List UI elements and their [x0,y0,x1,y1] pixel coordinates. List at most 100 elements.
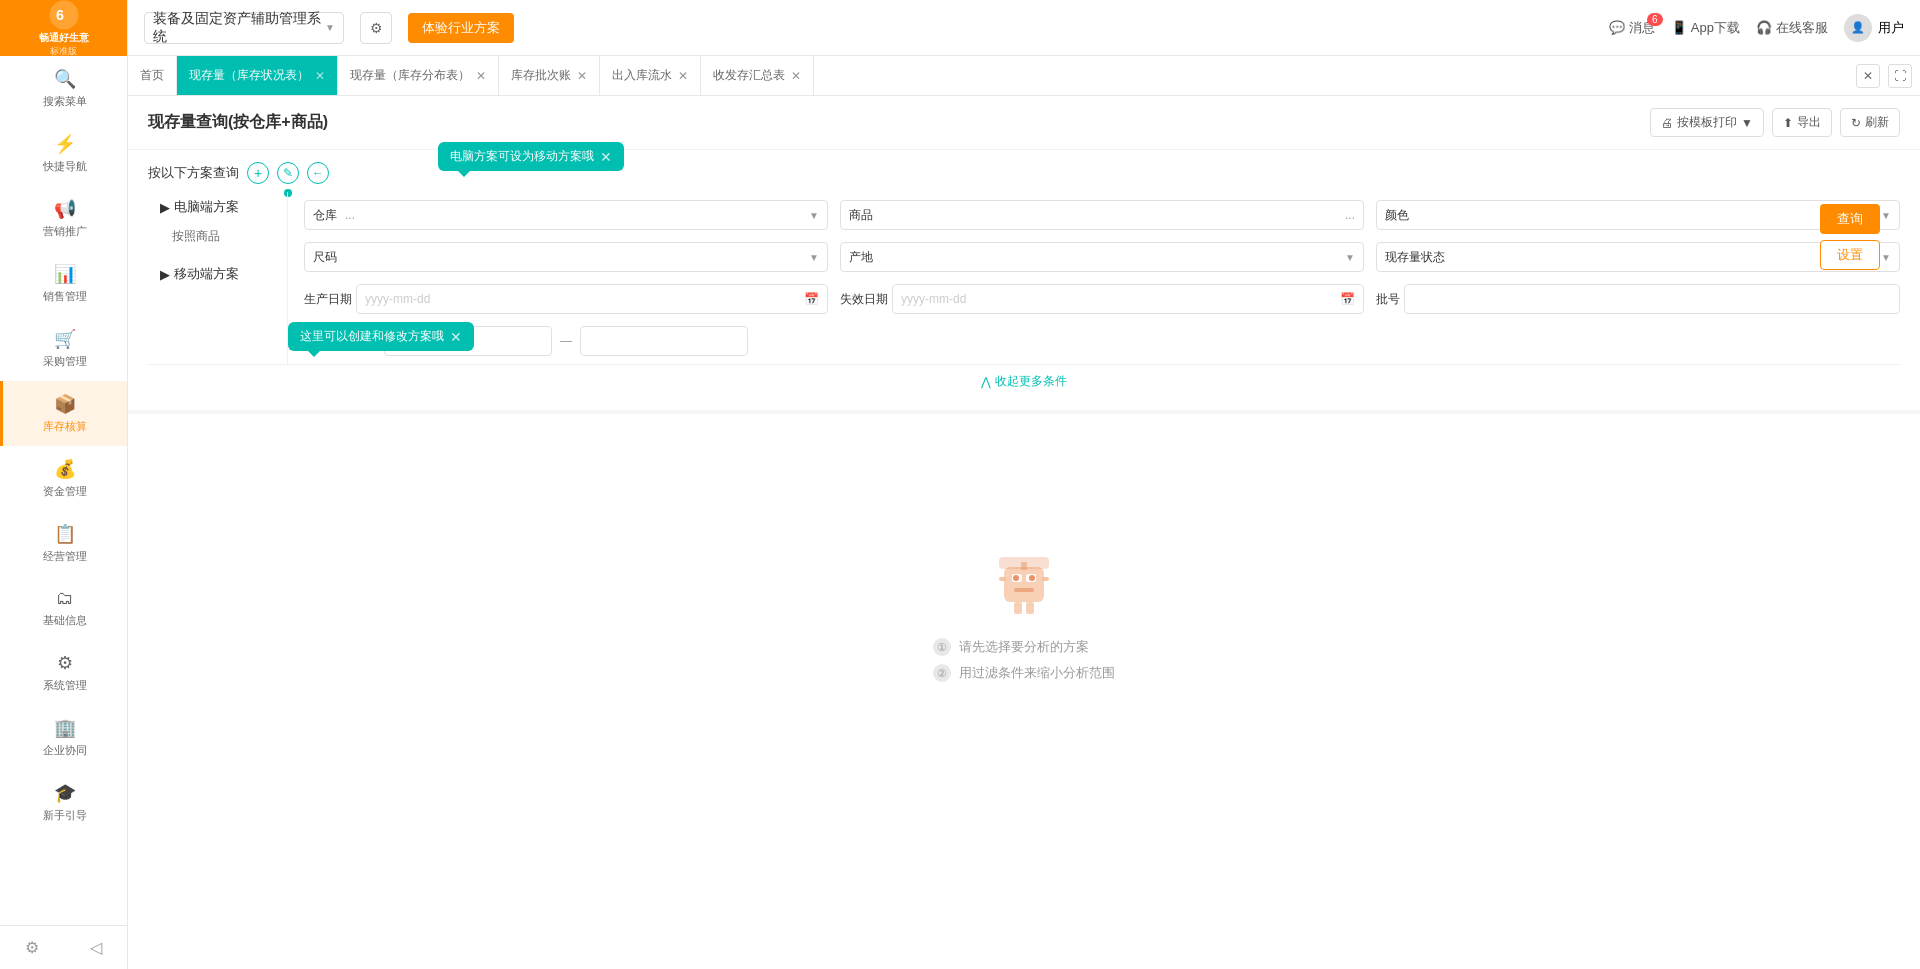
expiry-date-label: 失效日期 [840,291,888,308]
sidebar-item-guide[interactable]: 🎓 新手引导 [0,770,127,835]
tab-close-all-btn[interactable]: ✕ [1856,64,1880,88]
tabs-controls: ✕ ⛶ [1848,56,1920,95]
tab-home-label: 首页 [140,67,164,84]
message-button[interactable]: 💬 消息 6 [1609,19,1655,37]
tab-batch-ledger-label: 库存批次账 [511,67,571,84]
purchase-icon: 🛒 [54,328,76,350]
message-badge: 6 [1647,13,1663,26]
sidebar-item-search-menu[interactable]: 🔍 搜索菜单 [0,56,127,121]
refresh-icon: ↻ [1851,116,1861,130]
sidebar-item-inventory[interactable]: 📦 库存核算 [0,381,127,446]
sidebar-item-finance[interactable]: 💰 资金管理 [0,446,127,511]
empty-tips: ① 请先选择要分析的方案 ② 用过滤条件来缩小分析范围 [933,638,1115,682]
svg-point-6 [1029,575,1035,581]
tooltip-edit-close[interactable]: ✕ [450,329,462,345]
reset-button[interactable]: 设置 [1820,240,1880,270]
sidebar-item-sales[interactable]: 📊 销售管理 [0,251,127,316]
system-selector[interactable]: 装备及固定资产辅助管理系统 ▼ [144,12,344,44]
scheme-mobile[interactable]: ▶ 移动端方案 [148,259,287,289]
tab-batch-ledger-close[interactable]: ✕ [577,69,587,83]
warehouse-select[interactable]: 仓库...▼ [304,200,828,230]
production-date-input[interactable]: yyyy-mm-dd 📅 [356,284,828,314]
industry-plan-button[interactable]: 体验行业方案 [408,13,514,43]
sidebar-item-quick-nav[interactable]: ⚡ 快捷导航 [0,121,127,186]
enterprise-icon: 🏢 [54,717,76,739]
sidebar-label-sales: 销售管理 [43,289,87,304]
tooltip-pc-close[interactable]: ✕ [600,149,612,165]
tab-fullscreen-btn[interactable]: ⛶ [1888,64,1912,88]
svg-rect-9 [1041,577,1049,581]
filter-add-button[interactable]: + [247,162,269,184]
tab-home[interactable]: 首页 [128,56,177,95]
filter-header-label: 按以下方案查询 [148,164,239,182]
filter-nav-button[interactable]: ← [307,162,329,184]
origin-select[interactable]: 产地 ▼ [840,242,1364,272]
tip-text-2: 用过滤条件来缩小分析范围 [959,664,1115,682]
collapse-bar[interactable]: ⋀ 收起更多条件 [148,364,1900,398]
sidebar-item-enterprise[interactable]: 🏢 企业协同 [0,705,127,770]
sidebar-item-system[interactable]: ⚙ 系统管理 [0,640,127,705]
query-button[interactable]: 查询 [1820,204,1880,234]
size-select[interactable]: 尺码 ▼ [304,242,828,272]
tab-batch-ledger[interactable]: 库存批次账 ✕ [499,56,600,95]
sidebar-label-search-menu: 搜索菜单 [43,94,87,109]
settings-footer-btn[interactable]: ⚙ [17,934,47,961]
print-button[interactable]: 🖨 按模板打印 ▼ [1650,108,1764,137]
sidebar-label-finance: 资金管理 [43,484,87,499]
tab-collection-summary-close[interactable]: ✕ [791,69,801,83]
export-label: 导出 [1797,114,1821,131]
tab-stock-dist[interactable]: 现存量（库存分布表） ✕ [338,56,499,95]
expiry-date-wrapper: 失效日期 yyyy-mm-dd 📅 [840,284,1364,314]
tab-collection-summary[interactable]: 收发存汇总表 ✕ [701,56,814,95]
system-dropdown-icon: ▼ [325,22,335,33]
filter-body: ▶ 电脑端方案 按照商品 这里可以创建和修改方案哦 ✕ ▶ [148,192,1900,364]
filter-area: 电脑方案可设为移动方案哦 ✕ 按以下方案查询 + ✎ ← [128,150,1920,410]
page-container: 现存量查询(按仓库+商品) 🖨 按模板打印 ▼ ⬆ 导出 ↻ 刷新 [128,96,1920,969]
system-icon: ⚙ [57,652,73,674]
tab-inout-flow-close[interactable]: ✕ [678,69,688,83]
system-name-text: 装备及固定资产辅助管理系统 [153,10,325,46]
origin-dropdown-icon: ▼ [1345,252,1355,263]
print-dropdown-icon: ▼ [1741,116,1753,130]
app-download-button[interactable]: 📱 App下载 [1671,19,1740,37]
sidebar-item-marketing[interactable]: 📢 营销推广 [0,186,127,251]
collapse-label: 收起更多条件 [995,373,1067,390]
expiry-date-placeholder: yyyy-mm-dd [901,292,966,306]
tab-stock-status-close[interactable]: ✕ [315,69,325,83]
tooltip-edit-text: 这里可以创建和修改方案哦 [300,328,444,345]
tooltip-pc-scheme: 电脑方案可设为移动方案哦 ✕ [438,142,624,171]
app-label: App下载 [1691,19,1740,37]
quick-nav-icon: ⚡ [54,133,76,155]
export-button[interactable]: ⬆ 导出 [1772,108,1832,137]
refresh-button[interactable]: ↻ 刷新 [1840,108,1900,137]
expiry-date-input[interactable]: yyyy-mm-dd 📅 [892,284,1364,314]
collapse-sidebar-btn[interactable]: ◁ [82,934,110,961]
scheme-pc[interactable]: ▶ 电脑端方案 [148,192,287,222]
sidebar-item-base-info[interactable]: 🗂 基础信息 [0,576,127,640]
sidebar-item-purchase[interactable]: 🛒 采购管理 [0,316,127,381]
production-date-label: 生产日期 [304,291,352,308]
export-icon: ⬆ [1783,116,1793,130]
system-name-area: 装备及固定资产辅助管理系统 ▼ ⚙ 体验行业方案 [144,12,1609,44]
inventory-icon: 📦 [54,393,76,415]
filter-row-1: 仓库...▼ 商品 ... 颜色 [304,200,1900,230]
tab-stock-status[interactable]: 现存量（库存状况表） ✕ [177,56,338,95]
tab-stock-dist-close[interactable]: ✕ [476,69,486,83]
sidebar-label-base-info: 基础信息 [43,613,87,628]
sidebar-item-operation[interactable]: 📋 经营管理 [0,511,127,576]
batch-no-input[interactable] [1404,284,1900,314]
origin-field: 产地 ▼ [840,242,1364,272]
sidebar-label-inventory: 库存核算 [43,419,87,434]
app-icon: 📱 [1671,20,1687,35]
stock-range-to[interactable] [580,326,748,356]
user-menu-button[interactable]: 👤 用户 [1844,14,1904,42]
header-settings-button[interactable]: ⚙ [360,12,392,44]
empty-tip-1: ① 请先选择要分析的方案 [933,638,1115,656]
tab-inout-flow[interactable]: 出入库流水 ✕ [600,56,701,95]
svg-point-5 [1013,575,1019,581]
scheme-pc-sub[interactable]: 按照商品 [148,222,287,251]
filter-edit-button[interactable]: ✎ [277,162,299,184]
goods-select[interactable]: 商品 ... [840,200,1364,230]
online-service-button[interactable]: 🎧 在线客服 [1756,19,1828,37]
expiry-date-calendar-icon: 📅 [1340,292,1355,306]
